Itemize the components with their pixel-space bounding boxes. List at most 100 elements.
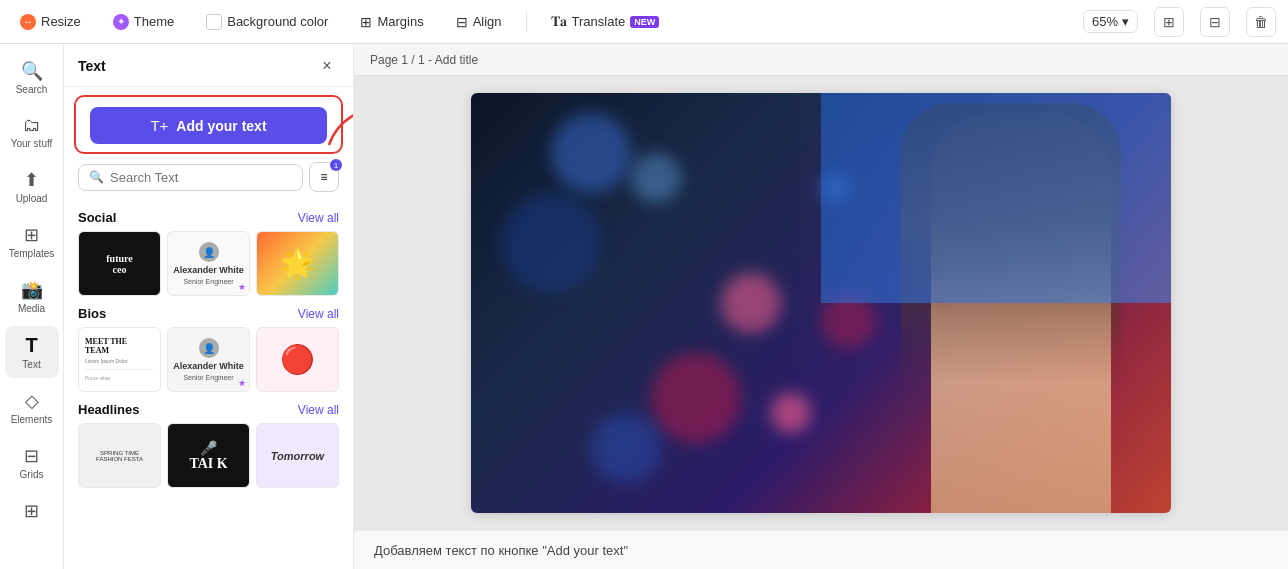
filter-icon: ≡ (320, 170, 327, 184)
bio-role-2: Senior Engineer (183, 374, 233, 381)
grid-icon: ⊞ (1163, 14, 1175, 30)
theme-label: Theme (134, 14, 174, 29)
search-input[interactable] (110, 170, 292, 185)
grids-icon: ⊟ (24, 445, 39, 467)
bg-color-icon (206, 14, 222, 30)
toolbar-sep-1 (526, 12, 527, 32)
resize-btn[interactable]: ↔ Resize (12, 10, 89, 34)
social-card-2[interactable]: 👤 Alexander White Senior Engineer ★ (167, 231, 250, 296)
sidebar-yourstuff-label: Your stuff (11, 138, 53, 149)
canvas-area: Page 1 / 1 - Add title (354, 44, 1288, 569)
bio-avatar: 👤 (199, 242, 219, 262)
bio-role: Senior Engineer (183, 278, 233, 285)
social-card-1[interactable]: futureCEO (78, 231, 161, 296)
add-text-btn[interactable]: T+ Add your text (90, 107, 327, 144)
theme-btn[interactable]: ✦ Theme (105, 10, 182, 34)
toolbar-icon-btn-3[interactable]: 🗑 (1246, 7, 1276, 37)
sidebar-item-grids[interactable]: ⊟ Grids (5, 437, 59, 488)
align-btn[interactable]: ⊟ Align (448, 10, 510, 34)
bios-card-1[interactable]: MEET THETEAM Lorem Ipsum Dolor Purus vit… (78, 327, 161, 392)
text-panel-title: Text (78, 58, 106, 74)
translate-btn[interactable]: 𝐓𝐚 Translate NEW (543, 9, 668, 34)
bokeh-7 (591, 413, 661, 483)
zoom-control[interactable]: 65% ▾ (1083, 10, 1138, 33)
bios-card-2[interactable]: 👤 Alexander White Senior Engineer ★ (167, 327, 250, 392)
cursive-text: Tomorrow (271, 450, 324, 462)
social-template-grid: futureCEO 👤 Alexander White Senior Engin… (78, 231, 339, 296)
zoom-value: 65% (1092, 14, 1118, 29)
sidebar-icons: 🔍 Search 🗂 Your stuff ⬆ Upload ⊞ Templat… (0, 44, 64, 569)
translate-badge: NEW (630, 16, 659, 28)
emoji-icon: 🌟 (280, 247, 315, 280)
search-area: 🔍 ≡ 1 (64, 162, 353, 200)
social-view-all[interactable]: View all (298, 211, 339, 225)
add-text-label: Add your text (176, 118, 266, 134)
filter-btn[interactable]: ≡ 1 (309, 162, 339, 192)
search-input-wrapper: 🔍 (78, 164, 303, 191)
search-icon: 🔍 (21, 60, 43, 82)
sidebar-item-search[interactable]: 🔍 Search (5, 52, 59, 103)
canvas-content[interactable] (354, 76, 1288, 530)
circle-icon: 🔴 (280, 343, 315, 376)
talk-text: TAI K (189, 456, 227, 472)
layout-icon: ⊟ (1209, 14, 1221, 30)
sidebar-item-yourstuff[interactable]: 🗂 Your stuff (5, 107, 59, 157)
social-card-3[interactable]: 🌟 (256, 231, 339, 296)
text-panel-header: Text × (64, 44, 353, 87)
spring-text: SPRING TIMEFASHION FESTA (96, 450, 143, 462)
sidebar-elements-label: Elements (11, 414, 53, 425)
meet-team-sub: Lorem Ipsum Dolor (85, 358, 128, 364)
theme-icon: ✦ (113, 14, 129, 30)
bios-title: Bios (78, 306, 106, 321)
fav-badge: ★ (238, 282, 246, 292)
margins-btn[interactable]: ⊞ Margins (352, 10, 431, 34)
bokeh-5 (651, 353, 741, 443)
social-title: Social (78, 210, 116, 225)
templates-icon: ⊞ (24, 224, 39, 246)
blue-bg (821, 93, 1171, 303)
sidebar-item-elements[interactable]: ◇ Elements (5, 382, 59, 433)
margins-icon: ⊞ (360, 14, 372, 30)
search-icon-small: 🔍 (89, 170, 104, 184)
meet-team-title: MEET THETEAM (85, 338, 127, 356)
headlines-section-header: Headlines View all (78, 402, 339, 417)
filter-badge: 1 (330, 159, 342, 171)
sidebar-item-templates[interactable]: ⊞ Templates (5, 216, 59, 267)
close-btn[interactable]: × (315, 54, 339, 78)
bokeh-4 (721, 273, 781, 333)
mic-icon: 🎤 (200, 440, 217, 456)
bios-card-3[interactable]: 🔴 (256, 327, 339, 392)
text-plus-icon: T+ (150, 117, 168, 134)
sidebar-item-extra[interactable]: ⊞ (5, 492, 59, 530)
app-wrapper: ↔ Resize ✦ Theme Background color ⊞ Marg… (0, 0, 1288, 569)
bios-view-all[interactable]: View all (298, 307, 339, 321)
bg-color-btn[interactable]: Background color (198, 10, 336, 34)
headlines-card-3[interactable]: Tomorrow (256, 423, 339, 488)
sidebar-item-text[interactable]: T Text (5, 326, 59, 378)
canvas-image (471, 93, 1171, 513)
toolbar-icon-btn-1[interactable]: ⊞ (1154, 7, 1184, 37)
text-icon: T (25, 334, 37, 357)
sidebar-item-media[interactable]: 📸 Media (5, 271, 59, 322)
sidebar-item-upload[interactable]: ⬆ Upload (5, 161, 59, 212)
main-area: 🔍 Search 🗂 Your stuff ⬆ Upload ⊞ Templat… (0, 44, 1288, 569)
headlines-view-all[interactable]: View all (298, 403, 339, 417)
headlines-card-1[interactable]: SPRING TIMEFASHION FESTA (78, 423, 161, 488)
bg-color-label: Background color (227, 14, 328, 29)
zoom-chevron: ▾ (1122, 14, 1129, 29)
folder-icon: 🗂 (23, 115, 41, 136)
meet-team-line (85, 369, 154, 370)
sidebar-grids-label: Grids (20, 469, 44, 480)
align-icon: ⊟ (456, 14, 468, 30)
align-label: Align (473, 14, 502, 29)
sidebar-templates-label: Templates (9, 248, 55, 259)
sidebar-text-label: Text (22, 359, 40, 370)
headlines-card-2[interactable]: 🎤 TAI K (167, 423, 250, 488)
headlines-title: Headlines (78, 402, 139, 417)
elements-icon: ◇ (25, 390, 39, 412)
fav-badge-2: ★ (238, 378, 246, 388)
bio-avatar-2: 👤 (199, 338, 219, 358)
bio-name: Alexander White (173, 265, 244, 275)
toolbar-icon-btn-2[interactable]: ⊟ (1200, 7, 1230, 37)
text-panel: Text × T+ Add your text 🔍 ≡ 1 (64, 44, 354, 569)
